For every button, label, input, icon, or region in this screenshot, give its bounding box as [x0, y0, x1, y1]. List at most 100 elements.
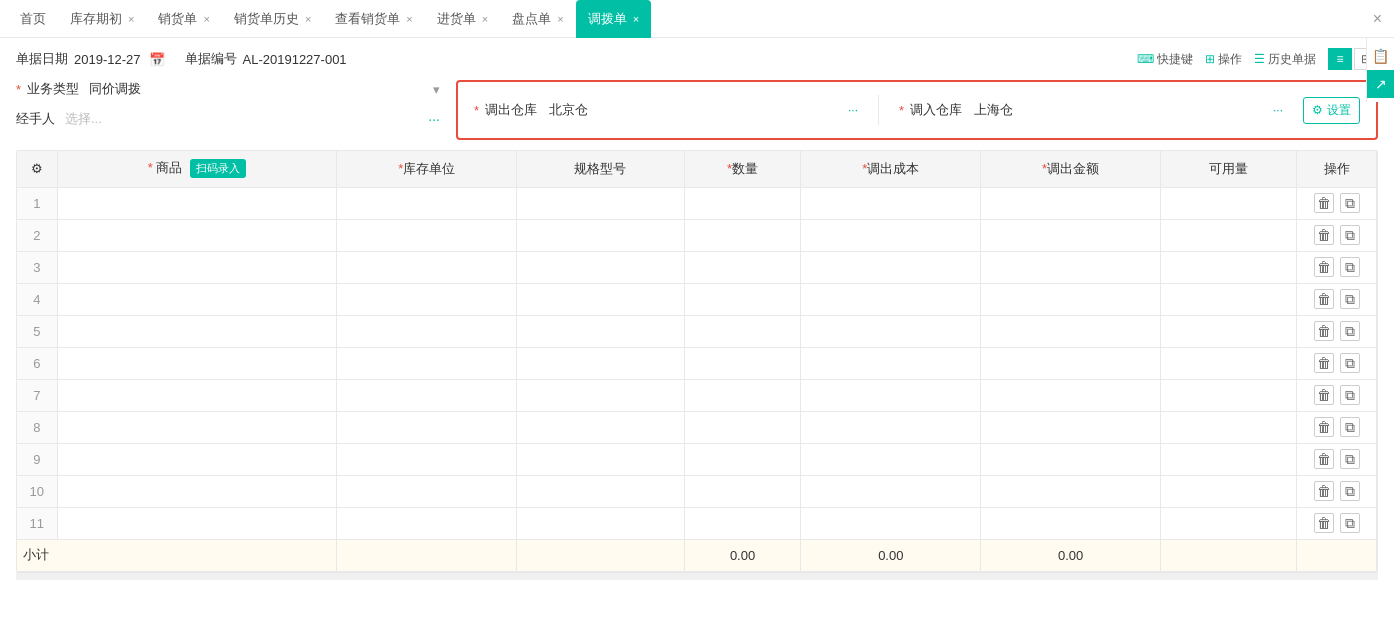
- warehouse-in-more-icon[interactable]: ···: [1273, 103, 1283, 117]
- cell-product-11[interactable]: [57, 507, 337, 539]
- cell-amount-10[interactable]: [981, 475, 1161, 507]
- cell-qty-2[interactable]: [684, 219, 801, 251]
- th-settings[interactable]: ⚙: [17, 151, 57, 187]
- cell-unit-1[interactable]: [337, 187, 517, 219]
- copy-row-3[interactable]: ⧉: [1340, 257, 1360, 277]
- copy-row-8[interactable]: ⧉: [1340, 417, 1360, 437]
- cell-cost-6[interactable]: [801, 347, 981, 379]
- window-close-button[interactable]: ×: [1373, 10, 1382, 28]
- cell-unit-11[interactable]: [337, 507, 517, 539]
- delete-row-8[interactable]: 🗑: [1314, 417, 1334, 437]
- cell-amount-1[interactable]: [981, 187, 1161, 219]
- cell-available-8[interactable]: [1160, 411, 1296, 443]
- cell-product-2[interactable]: [57, 219, 337, 251]
- cell-qty-7[interactable]: [684, 379, 801, 411]
- copy-row-4[interactable]: ⧉: [1340, 289, 1360, 309]
- tab-close-sales-history[interactable]: ×: [305, 13, 311, 25]
- cell-amount-9[interactable]: [981, 443, 1161, 475]
- copy-row-9[interactable]: ⧉: [1340, 449, 1360, 469]
- cell-product-3[interactable]: [57, 251, 337, 283]
- cell-spec-6[interactable]: [517, 347, 685, 379]
- warehouse-out-more-icon[interactable]: ···: [848, 103, 858, 117]
- calendar-icon[interactable]: 📅: [149, 52, 165, 67]
- cell-unit-2[interactable]: [337, 219, 517, 251]
- copy-row-6[interactable]: ⧉: [1340, 353, 1360, 373]
- cell-spec-4[interactable]: [517, 283, 685, 315]
- copy-row-2[interactable]: ⧉: [1340, 225, 1360, 245]
- delete-row-1[interactable]: 🗑: [1314, 193, 1334, 213]
- tab-inventory-init[interactable]: 库存期初 ×: [58, 0, 146, 38]
- cell-qty-4[interactable]: [684, 283, 801, 315]
- cell-unit-8[interactable]: [337, 411, 517, 443]
- cell-product-4[interactable]: [57, 283, 337, 315]
- cell-unit-10[interactable]: [337, 475, 517, 507]
- cell-qty-1[interactable]: [684, 187, 801, 219]
- cell-product-8[interactable]: [57, 411, 337, 443]
- cell-cost-3[interactable]: [801, 251, 981, 283]
- tab-close-inventory-count[interactable]: ×: [557, 13, 563, 25]
- tab-close-view-sales[interactable]: ×: [406, 13, 412, 25]
- cell-unit-9[interactable]: [337, 443, 517, 475]
- tab-sales-order[interactable]: 销货单 ×: [146, 0, 221, 38]
- cell-amount-8[interactable]: [981, 411, 1161, 443]
- delete-row-6[interactable]: 🗑: [1314, 353, 1334, 373]
- cell-cost-8[interactable]: [801, 411, 981, 443]
- cell-available-3[interactable]: [1160, 251, 1296, 283]
- copy-row-10[interactable]: ⧉: [1340, 481, 1360, 501]
- cell-qty-6[interactable]: [684, 347, 801, 379]
- cell-spec-10[interactable]: [517, 475, 685, 507]
- copy-row-7[interactable]: ⧉: [1340, 385, 1360, 405]
- tab-close-transfer-order[interactable]: ×: [633, 13, 639, 25]
- cell-available-1[interactable]: [1160, 187, 1296, 219]
- cell-cost-9[interactable]: [801, 443, 981, 475]
- cell-spec-2[interactable]: [517, 219, 685, 251]
- cell-cost-10[interactable]: [801, 475, 981, 507]
- cell-amount-2[interactable]: [981, 219, 1161, 251]
- cell-qty-11[interactable]: [684, 507, 801, 539]
- cell-product-5[interactable]: [57, 315, 337, 347]
- tab-view-sales[interactable]: 查看销货单 ×: [323, 0, 424, 38]
- cell-unit-4[interactable]: [337, 283, 517, 315]
- cell-qty-3[interactable]: [684, 251, 801, 283]
- handler-more-icon[interactable]: ···: [428, 111, 440, 127]
- cell-amount-7[interactable]: [981, 379, 1161, 411]
- shortcut-button[interactable]: ⌨ 快捷键: [1137, 51, 1193, 68]
- cell-spec-5[interactable]: [517, 315, 685, 347]
- copy-row-5[interactable]: ⧉: [1340, 321, 1360, 341]
- cell-spec-8[interactable]: [517, 411, 685, 443]
- history-button[interactable]: ☰ 历史单据: [1254, 51, 1316, 68]
- tab-home[interactable]: 首页: [8, 0, 58, 38]
- operations-button[interactable]: ⊞ 操作: [1205, 51, 1242, 68]
- cell-product-9[interactable]: [57, 443, 337, 475]
- sidebar-export-icon[interactable]: ↗: [1367, 70, 1395, 98]
- cell-spec-1[interactable]: [517, 187, 685, 219]
- handler-value[interactable]: 选择...: [61, 110, 422, 128]
- cell-amount-11[interactable]: [981, 507, 1161, 539]
- cell-available-2[interactable]: [1160, 219, 1296, 251]
- cell-spec-7[interactable]: [517, 379, 685, 411]
- sidebar-notes-icon[interactable]: 📋: [1367, 42, 1395, 70]
- cell-available-10[interactable]: [1160, 475, 1296, 507]
- tab-close-sales-order[interactable]: ×: [203, 13, 209, 25]
- cell-amount-3[interactable]: [981, 251, 1161, 283]
- cell-available-9[interactable]: [1160, 443, 1296, 475]
- delete-row-10[interactable]: 🗑: [1314, 481, 1334, 501]
- cell-cost-5[interactable]: [801, 315, 981, 347]
- cell-product-1[interactable]: [57, 187, 337, 219]
- cell-amount-6[interactable]: [981, 347, 1161, 379]
- cell-unit-6[interactable]: [337, 347, 517, 379]
- cell-unit-5[interactable]: [337, 315, 517, 347]
- cell-unit-7[interactable]: [337, 379, 517, 411]
- tab-sales-history[interactable]: 销货单历史 ×: [222, 0, 323, 38]
- tab-close-purchase-order[interactable]: ×: [482, 13, 488, 25]
- delete-row-4[interactable]: 🗑: [1314, 289, 1334, 309]
- cell-qty-9[interactable]: [684, 443, 801, 475]
- delete-row-9[interactable]: 🗑: [1314, 449, 1334, 469]
- cell-qty-8[interactable]: [684, 411, 801, 443]
- cell-available-11[interactable]: [1160, 507, 1296, 539]
- cell-available-7[interactable]: [1160, 379, 1296, 411]
- horizontal-scrollbar[interactable]: [16, 572, 1378, 580]
- tab-purchase-order[interactable]: 进货单 ×: [425, 0, 500, 38]
- delete-row-11[interactable]: 🗑: [1314, 513, 1334, 533]
- cell-cost-2[interactable]: [801, 219, 981, 251]
